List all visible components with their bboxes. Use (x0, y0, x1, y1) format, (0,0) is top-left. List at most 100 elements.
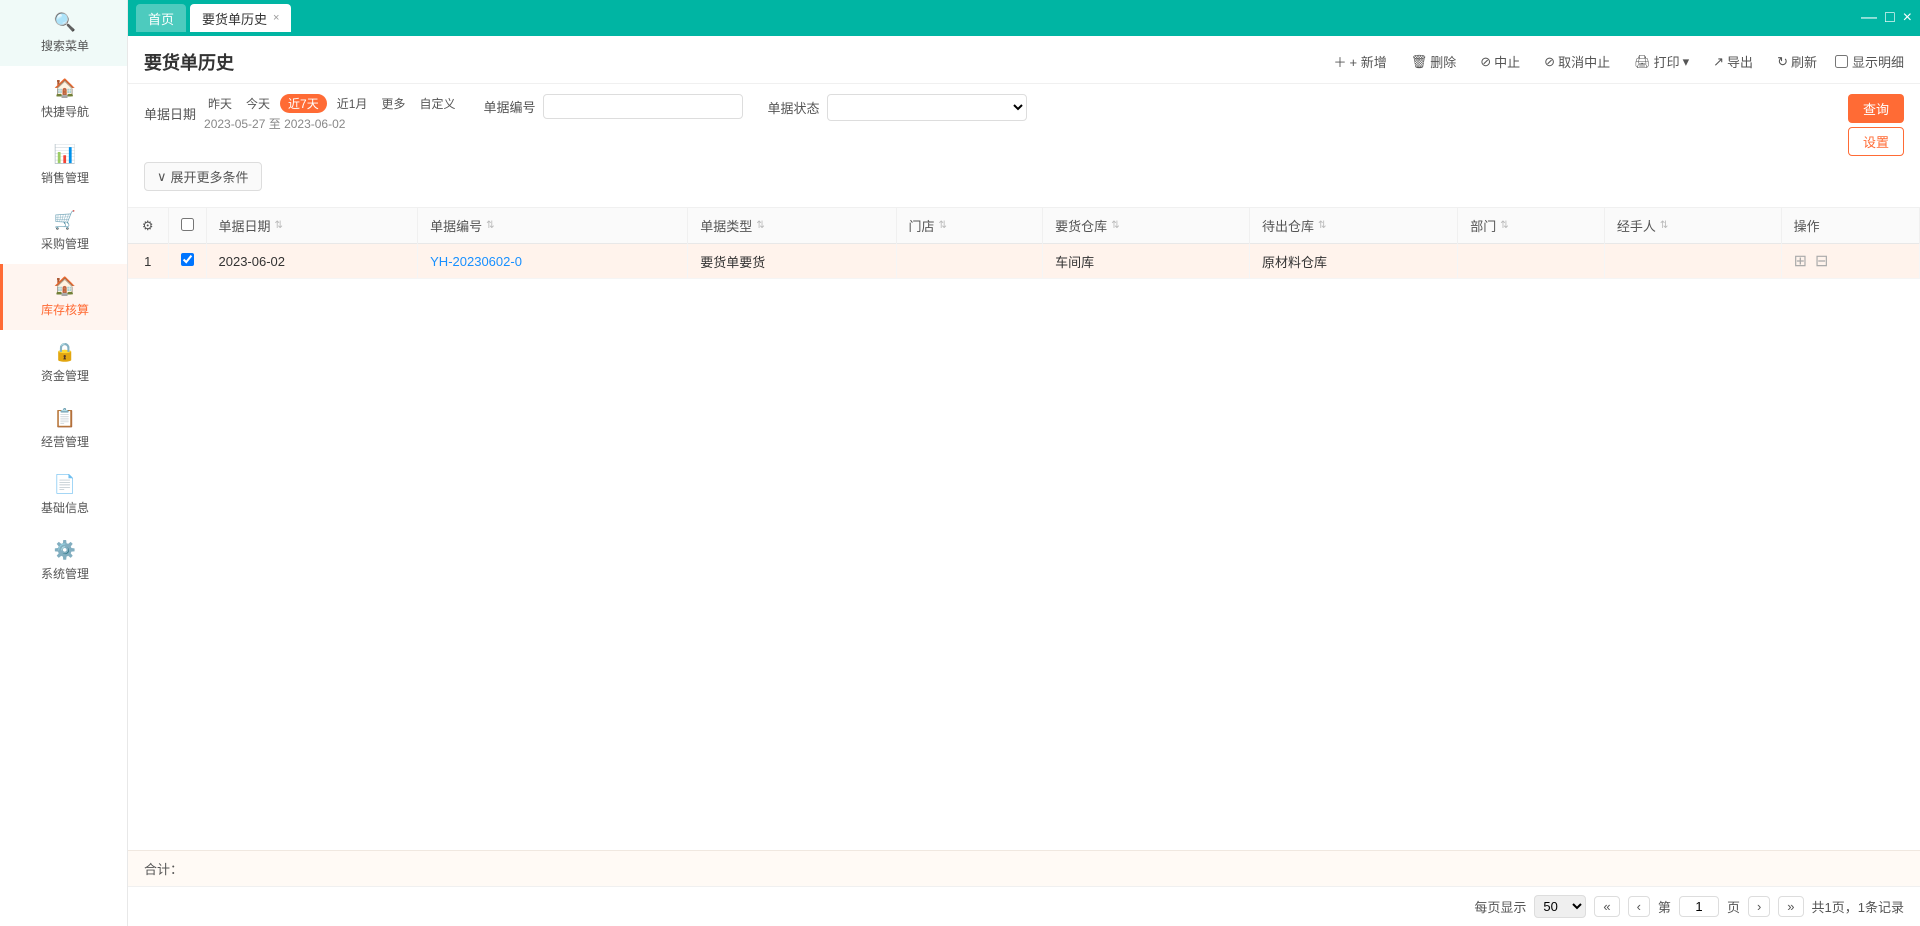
th-store[interactable]: 门店 ⇅ (896, 208, 1043, 244)
page-suffix: 页 (1727, 897, 1740, 916)
date-filter-group: 单据日期 昨天 今天 近7天 近1月 更多 自定义 2023-05-27 至 2… (144, 94, 459, 132)
doc-number-link[interactable]: YH-20230602-0 (430, 254, 522, 269)
topbar-right: — □ × (1861, 9, 1912, 27)
pagination: 每页显示 50 20 100 200 « ‹ 第 页 › » 共1页，1条记录 (128, 886, 1920, 926)
th-doc-type[interactable]: 单据类型 ⇅ (688, 208, 896, 244)
doc-number-input[interactable] (543, 94, 743, 119)
refresh-icon: ↻ (1777, 54, 1788, 70)
select-all-checkbox[interactable] (181, 218, 194, 231)
tab-close-icon[interactable]: × (273, 12, 279, 24)
doc-status-select[interactable] (827, 94, 1027, 121)
add-button[interactable]: ＋ + 新增 (1327, 48, 1392, 75)
th-settings[interactable]: ⚙ (128, 208, 168, 244)
th-operations: 操作 (1781, 208, 1919, 244)
sort-arrows-doc-date: ⇅ (275, 220, 283, 231)
shortcut-custom[interactable]: 自定义 (415, 94, 459, 113)
query-button[interactable]: 查询 (1848, 94, 1904, 123)
date-shortcuts-container: 昨天 今天 近7天 近1月 更多 自定义 2023-05-27 至 2023-0… (204, 94, 459, 132)
per-page-select[interactable]: 50 20 100 200 (1534, 895, 1586, 918)
display-detail-label: 显示明细 (1852, 52, 1904, 71)
delete-icon: 🗑 (1411, 54, 1428, 70)
sidebar-item-finance[interactable]: 🔒 资金管理 (0, 330, 127, 396)
refresh-button[interactable]: ↻ 刷新 (1771, 48, 1823, 75)
next-page-btn[interactable]: › (1748, 896, 1770, 917)
sort-arrows-pending-warehouse: ⇅ (1318, 220, 1326, 231)
cancel-stop-label: 取消中止 (1558, 52, 1610, 71)
main-area: 首页 要货单历史 × — □ × 要货单历史 ＋ + 新增 🗑 删除 (128, 0, 1920, 926)
table-container[interactable]: ⚙ 单据日期 ⇅ 单据编号 (128, 208, 1920, 850)
tab-home[interactable]: 首页 (136, 4, 186, 32)
print-label: 打印 (1654, 52, 1680, 71)
shortcut-yesterday[interactable]: 昨天 (204, 94, 236, 113)
window-maximize-btn[interactable]: □ (1885, 9, 1895, 27)
filter-actions: 查询 设置 (1848, 94, 1904, 156)
window-minimize-btn[interactable]: — (1861, 9, 1877, 27)
row-store (896, 244, 1043, 279)
row-more-btn[interactable]: ⊟ (1815, 251, 1828, 271)
th-doc-date[interactable]: 单据日期 ⇅ (206, 208, 418, 244)
display-detail-checkbox[interactable] (1835, 55, 1848, 68)
first-page-btn[interactable]: « (1594, 896, 1619, 917)
expand-more-button[interactable]: ∨ 展开更多条件 (144, 162, 262, 191)
sidebar-item-system[interactable]: ⚙️ 系统管理 (0, 528, 127, 594)
sidebar-item-quick-nav[interactable]: 🏠 快捷导航 (0, 66, 127, 132)
sidebar-item-purchase[interactable]: 🛒 采购管理 (0, 198, 127, 264)
th-department[interactable]: 部门 ⇅ (1458, 208, 1605, 244)
th-doc-date-label: 单据日期 (219, 216, 271, 235)
expand-more-icon: ∨ (157, 169, 167, 185)
stop-icon: ⊘ (1480, 54, 1491, 70)
sidebar-item-operations[interactable]: 📋 经营管理 (0, 396, 127, 462)
th-doc-type-label: 单据类型 (700, 216, 752, 235)
sidebar-item-label: 系统管理 (41, 565, 89, 582)
table-row[interactable]: 1 2023-06-02 YH-20230602-0 要货单要货 车间库 原材料… (128, 244, 1920, 279)
th-handler[interactable]: 经手人 ⇅ (1604, 208, 1781, 244)
sales-icon: 📊 (54, 144, 76, 165)
tab-requisition-history[interactable]: 要货单历史 × (190, 4, 291, 32)
th-doc-number[interactable]: 单据编号 ⇅ (418, 208, 688, 244)
row-checkbox-cell[interactable] (168, 244, 206, 279)
th-pending-warehouse[interactable]: 待出仓库 ⇅ (1249, 208, 1457, 244)
date-shortcuts: 昨天 今天 近7天 近1月 更多 自定义 (204, 94, 459, 113)
sidebar-item-label: 销售管理 (41, 169, 89, 186)
row-checkbox[interactable] (181, 253, 194, 266)
last-page-btn[interactable]: » (1778, 896, 1803, 917)
doc-number-label: 单据编号 (483, 97, 535, 116)
page-number-input[interactable] (1679, 896, 1719, 917)
add-label: + 新增 (1349, 52, 1386, 71)
shortcut-more[interactable]: 更多 (377, 94, 409, 113)
table-footer: 合计： (128, 850, 1920, 886)
shortcut-today[interactable]: 今天 (242, 94, 274, 113)
stop-button[interactable]: ⊘ 中止 (1474, 48, 1526, 75)
sidebar-item-sales[interactable]: 📊 销售管理 (0, 132, 127, 198)
th-department-label: 部门 (1470, 216, 1496, 235)
sidebar-item-inventory[interactable]: 🏠 库存核算 (0, 264, 127, 330)
shortcut-7days[interactable]: 近7天 (280, 94, 327, 113)
display-detail-checkbox-label[interactable]: 显示明细 (1835, 52, 1904, 71)
total-info: 共1页，1条记录 (1812, 897, 1904, 916)
cancel-stop-button[interactable]: ⊘ 取消中止 (1538, 48, 1616, 75)
sidebar: 🔍 搜索菜单 🏠 快捷导航 📊 销售管理 🛒 采购管理 🏠 库存核算 🔒 资金管… (0, 0, 128, 926)
sidebar-item-label: 库存核算 (41, 301, 89, 318)
delete-button[interactable]: 🗑 删除 (1405, 48, 1463, 75)
filter-area: 单据日期 昨天 今天 近7天 近1月 更多 自定义 2023-05-27 至 2… (128, 84, 1920, 208)
summary-label: 合计： (144, 862, 183, 877)
sidebar-item-label: 经营管理 (41, 433, 89, 450)
th-checkbox[interactable] (168, 208, 206, 244)
window-close-btn[interactable]: × (1903, 9, 1912, 27)
row-edit-btn[interactable]: ⊞ (1794, 251, 1807, 271)
operations-icon: 📋 (54, 408, 76, 429)
print-button[interactable]: 🖨 打印 ▾ (1628, 48, 1695, 75)
sidebar-item-basic-info[interactable]: 📄 基础信息 (0, 462, 127, 528)
row-doc-number[interactable]: YH-20230602-0 (418, 244, 688, 279)
doc-number-filter-group: 单据编号 (483, 94, 743, 119)
row-actions-cell: ⊞ ⊟ (1781, 244, 1919, 279)
prev-page-btn[interactable]: ‹ (1628, 896, 1650, 917)
shortcut-1month[interactable]: 近1月 (333, 94, 372, 113)
stop-label: 中止 (1494, 52, 1520, 71)
sidebar-item-search-menu[interactable]: 🔍 搜索菜单 (0, 0, 127, 66)
th-doc-number-label: 单据编号 (430, 216, 482, 235)
export-button[interactable]: ↗ 导出 (1707, 48, 1759, 75)
expand-more-label: 展开更多条件 (171, 167, 249, 186)
th-req-warehouse[interactable]: 要货仓库 ⇅ (1043, 208, 1250, 244)
settings-button[interactable]: 设置 (1848, 127, 1904, 156)
